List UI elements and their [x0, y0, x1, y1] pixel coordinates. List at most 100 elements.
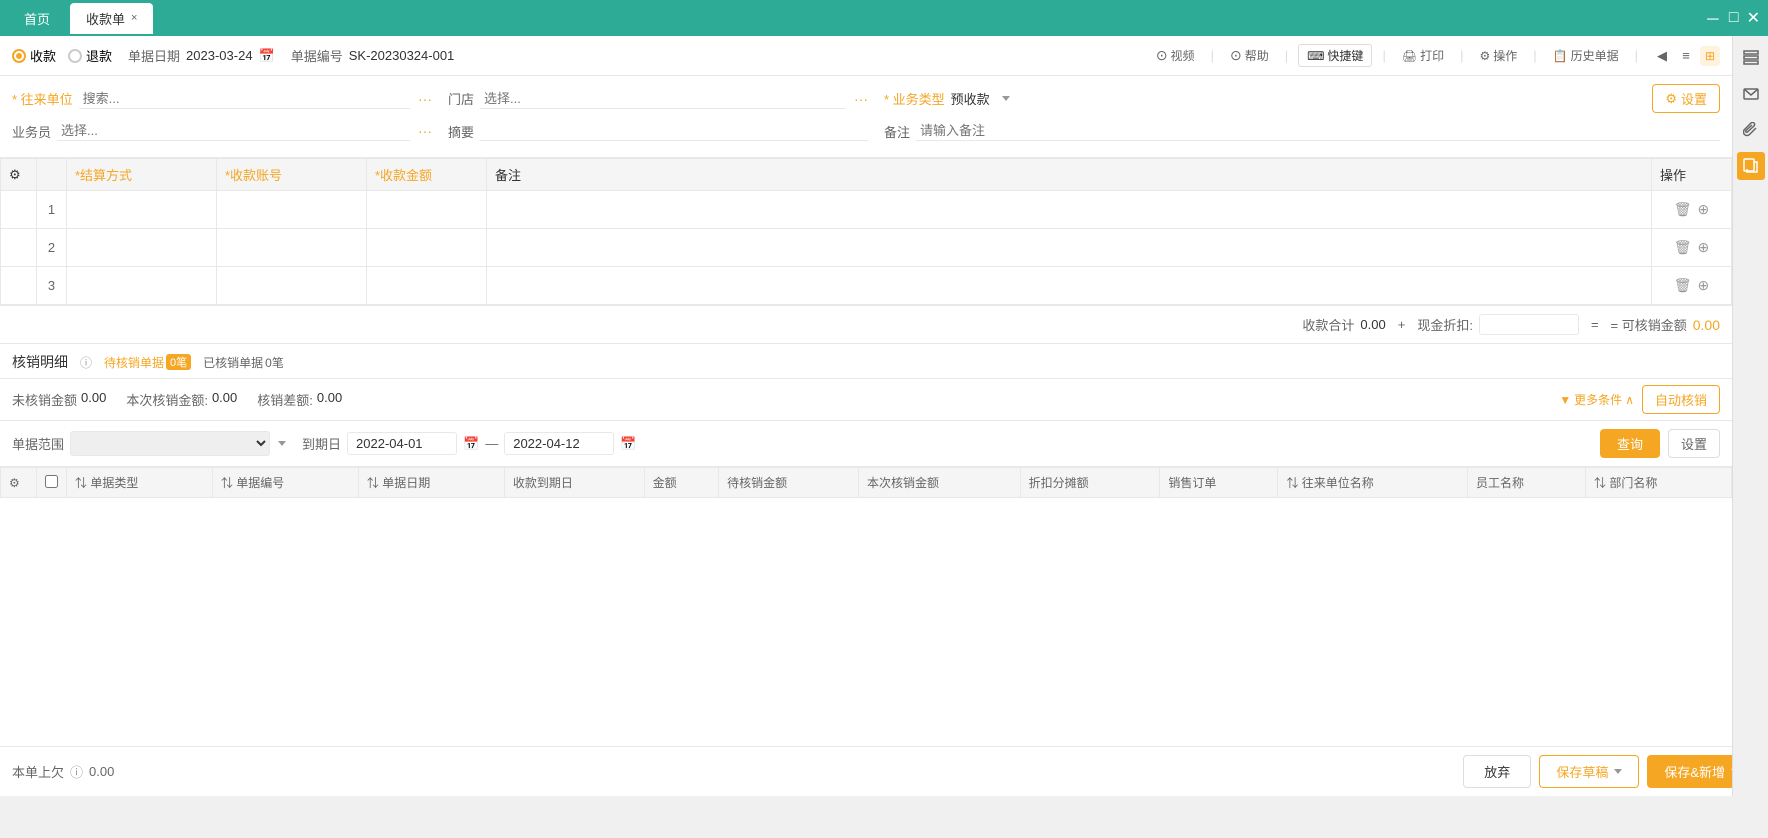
sidebar-email-icon[interactable]: [1737, 80, 1765, 108]
staff-input[interactable]: [57, 121, 410, 141]
staff-field: 业务员 ···: [12, 121, 432, 141]
more-filter-btn[interactable]: ▼ 更多条件 ∧: [1559, 391, 1634, 408]
remark-input[interactable]: [916, 121, 1720, 141]
end-calendar-icon[interactable]: 📅: [620, 436, 636, 452]
row-delete-icon[interactable]: 🗑: [1674, 239, 1692, 256]
layout-grid-icon[interactable]: ⊞: [1700, 46, 1720, 66]
query-btn[interactable]: 查询: [1600, 429, 1660, 458]
save-new-label: 保存&新增: [1664, 762, 1725, 781]
close-btn[interactable]: ✕: [1747, 8, 1760, 28]
minimize-btn[interactable]: －: [1705, 6, 1721, 30]
bottom-gear-icon[interactable]: ⚙: [9, 476, 20, 490]
row-copy-icon[interactable]: ⊕: [1698, 239, 1710, 256]
staff-more-icon[interactable]: ···: [418, 123, 432, 139]
due-date-start-input[interactable]: [347, 432, 457, 455]
table-gear-icon[interactable]: ⚙: [9, 167, 21, 182]
bill-no-value: SK-20230324-001: [349, 48, 455, 63]
table-cell-remark[interactable]: [487, 229, 1652, 267]
table-cell-amount[interactable]: [367, 191, 487, 229]
sort-icon: ⇅: [1286, 476, 1298, 490]
help-icon: ⊙: [1230, 47, 1242, 64]
biz-type-field: * 业务类型 预收款 ⚙ 设置: [884, 84, 1720, 113]
history-btn[interactable]: 📋 历史单据: [1547, 45, 1625, 66]
writeoff-info-icon[interactable]: ⓘ: [80, 354, 92, 371]
table-cell-amount[interactable]: [367, 229, 487, 267]
keyboard-btn[interactable]: ⌨ 快捷键: [1298, 44, 1372, 67]
table-cell-remark[interactable]: [487, 267, 1652, 305]
maximize-btn[interactable]: □: [1729, 9, 1739, 27]
table-remark-col: 备注: [487, 159, 1652, 191]
table-cell-amount[interactable]: [367, 267, 487, 305]
discard-btn[interactable]: 放弃: [1463, 755, 1531, 788]
help-btn[interactable]: ⊙ 帮助: [1224, 45, 1275, 66]
layout-list-icon[interactable]: ≡: [1676, 46, 1696, 66]
operation-btn[interactable]: ⚙ 操作: [1473, 45, 1523, 66]
partner-input[interactable]: [79, 89, 410, 109]
keyboard-icon: ⌨: [1307, 49, 1324, 63]
biz-type-chevron-icon[interactable]: [1002, 96, 1010, 101]
writeoff-settings-btn[interactable]: 设置: [1668, 429, 1720, 458]
range-select[interactable]: [70, 431, 270, 456]
row-delete-icon[interactable]: 🗑: [1674, 201, 1692, 218]
store-more-icon[interactable]: ···: [854, 91, 868, 107]
tab-bar: 首页 收款单 × － □ ✕: [0, 0, 1768, 36]
pending-tag[interactable]: 待核销单据 0笔: [104, 354, 191, 371]
due-date-end-input[interactable]: [504, 432, 614, 455]
table-num-col: [37, 159, 67, 191]
table-cell-settle[interactable]: [67, 267, 217, 305]
table-cell-account[interactable]: [217, 191, 367, 229]
row-copy-icon[interactable]: ⊕: [1698, 201, 1710, 218]
layout-prev-icon[interactable]: ◀: [1652, 46, 1672, 66]
start-calendar-icon[interactable]: 📅: [463, 436, 479, 452]
equal-sign: =: [1591, 317, 1599, 332]
bottom-right: 放弃 保存草稿 保存&新增: [1463, 755, 1756, 788]
print-label: 打印: [1420, 47, 1444, 64]
writeoff-section-header: 核销明细 ⓘ 待核销单据 0笔 已核销单据 0笔: [0, 344, 1732, 379]
keyboard-label: 快捷键: [1327, 47, 1363, 64]
video-icon: ⊙: [1156, 47, 1168, 64]
result-label: = 可核销金额: [1611, 315, 1687, 334]
gear-icon: ⚙: [1665, 91, 1677, 107]
bill-no-field: 单据编号 SK-20230324-001: [291, 46, 455, 65]
result-value: 0.00: [1693, 317, 1720, 333]
row-delete-icon[interactable]: 🗑: [1674, 277, 1692, 294]
done-tag[interactable]: 已核销单据 0笔: [203, 354, 284, 371]
range-dash: —: [485, 436, 498, 451]
print-icon: 🖨: [1402, 49, 1417, 63]
calendar-icon[interactable]: 📅: [259, 48, 275, 64]
right-sidebar: [1732, 36, 1768, 796]
store-input[interactable]: [480, 89, 846, 109]
radio-collect[interactable]: 收款: [12, 46, 56, 65]
summary-field: 摘要: [448, 121, 868, 141]
table-cell-settle[interactable]: [67, 191, 217, 229]
tab-active[interactable]: 收款单 ×: [70, 3, 153, 34]
summary-input[interactable]: [480, 121, 868, 141]
table-cell-remark[interactable]: [487, 191, 1652, 229]
window-controls: － □ ✕: [1705, 6, 1760, 30]
form-type-group: 收款 退款: [12, 46, 112, 65]
table-cell-settle[interactable]: [67, 229, 217, 267]
tab-close-icon[interactable]: ×: [131, 12, 137, 24]
form-fields: * 往来单位 ··· 门店 ··· * 业务类型 预收款 ⚙ 设置: [0, 76, 1732, 158]
sort-icon: ⇅: [221, 476, 233, 490]
tab-home[interactable]: 首页: [8, 3, 66, 34]
row-copy-icon[interactable]: ⊕: [1698, 277, 1710, 294]
auto-writeoff-btn[interactable]: 自动核销: [1642, 385, 1720, 414]
partner-more-icon[interactable]: ···: [418, 91, 432, 107]
bottom-table-check-all[interactable]: [45, 475, 58, 488]
sidebar-table-icon[interactable]: [1737, 44, 1765, 72]
discount-input[interactable]: [1479, 314, 1579, 335]
settings-btn[interactable]: ⚙ 设置: [1652, 84, 1720, 113]
store-label: 门店: [448, 89, 474, 108]
sidebar-edit-icon[interactable]: [1737, 152, 1765, 180]
video-btn[interactable]: ⊙ 视频: [1150, 45, 1201, 66]
table-cell-account[interactable]: [217, 267, 367, 305]
table-cell-account[interactable]: [217, 229, 367, 267]
done-label: 已核销单据: [203, 354, 263, 371]
sidebar-attachment-icon[interactable]: [1737, 116, 1765, 144]
bottom-bar: 本单上欠 ⓘ 0.00 放弃 保存草稿 保存&新增: [0, 746, 1768, 796]
bottom-col-no: ⇅ 单据编号: [212, 468, 358, 498]
save-draft-btn[interactable]: 保存草稿: [1539, 755, 1639, 788]
radio-refund[interactable]: 退款: [68, 46, 112, 65]
print-btn[interactable]: 🖨 打印: [1396, 45, 1450, 66]
